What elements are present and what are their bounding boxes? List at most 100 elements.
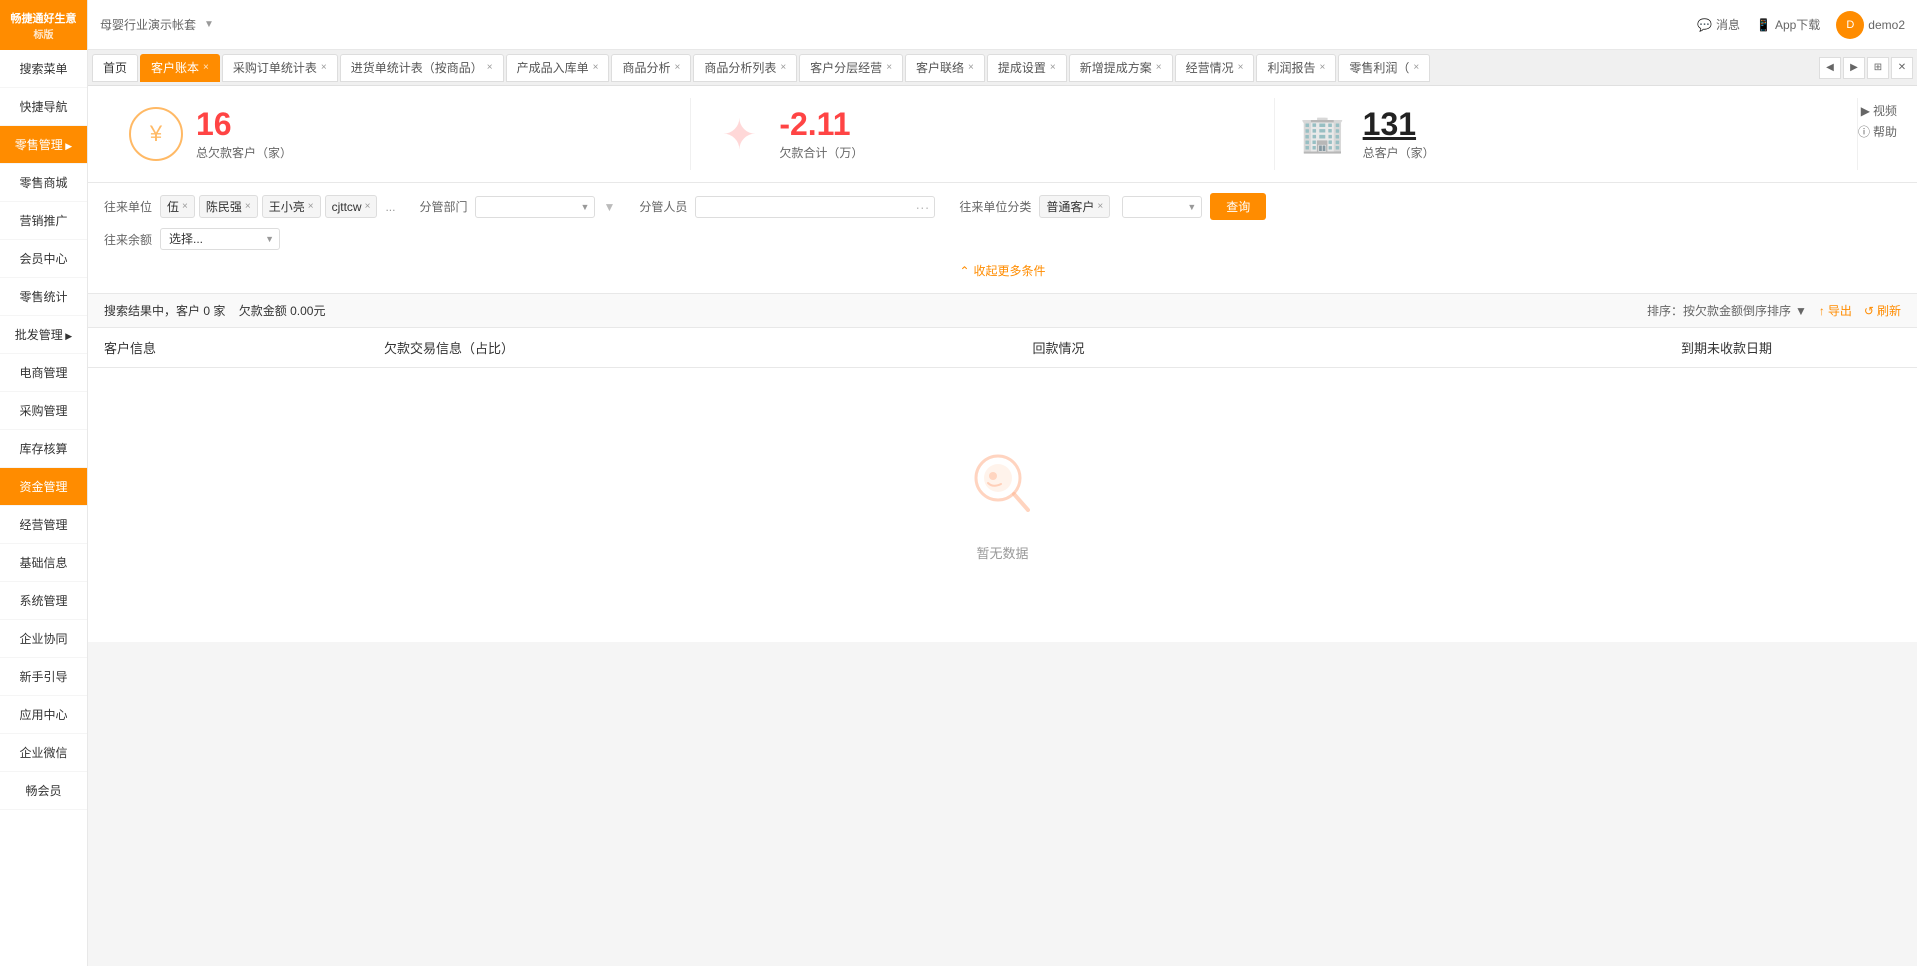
tab-instock-stats[interactable]: 进货单统计表（按商品） × <box>340 54 504 82</box>
help-btn[interactable]: ⓘ 帮助 <box>1858 123 1897 140</box>
tab-product-instock[interactable]: 产成品入库单× <box>506 54 610 82</box>
tab-close-operation-status[interactable]: × <box>1238 62 1244 73</box>
tab-close-purchase-order[interactable]: × <box>321 62 327 73</box>
avatar: D <box>1836 11 1864 39</box>
sidebar-nav: 搜索菜单快捷导航零售管理 ▶零售商城营销推广会员中心零售统计批发管理 ▶电商管理… <box>0 50 87 810</box>
tab-expand-btn[interactable]: ⊞ <box>1867 57 1889 79</box>
main-area: 母婴行业演示帐套 ▼ 💬 消息 📱 App下载 D demo2 首页客户账本×采… <box>88 0 1917 966</box>
sidebar-item-search-menu[interactable]: 搜索菜单 <box>0 50 87 88</box>
selector-arrow-icon[interactable]: ▼ <box>204 19 214 30</box>
collapse-label: 收起更多条件 <box>974 262 1046 279</box>
tab-home[interactable]: 首页 <box>92 54 138 82</box>
sidebar-item-chang-member[interactable]: 畅会员 <box>0 772 87 810</box>
sidebar-item-quick-nav[interactable]: 快捷导航 <box>0 88 87 126</box>
tab-close-product-analysis[interactable]: × <box>674 62 680 73</box>
result-bar: 搜索结果中，客户 0 家 欠款金额 0.00元 排序：按欠款金额倒序排序 ▼ ↑… <box>88 294 1917 328</box>
stat-amount-info: -2.11 欠款合计（万） <box>779 108 863 161</box>
sidebar-item-basic-info[interactable]: 基础信息 <box>0 544 87 582</box>
unit-tag-陈民强: 陈民强 × <box>199 195 258 218</box>
export-btn[interactable]: ↑ 导出 <box>1819 302 1852 319</box>
collapse-btn[interactable]: ⌃ 收起更多条件 <box>104 258 1901 283</box>
help-label: 帮助 <box>1873 123 1897 140</box>
unit-class-select[interactable] <box>1122 196 1202 218</box>
remove-tag-icon[interactable]: × <box>308 201 314 212</box>
tab-close-instock-stats[interactable]: × <box>487 62 493 73</box>
tab-close-raise-settings[interactable]: × <box>1050 62 1056 73</box>
refresh-btn[interactable]: ↺ 刷新 <box>1864 302 1901 319</box>
sidebar-item-new-guide[interactable]: 新手引导 <box>0 658 87 696</box>
tab-close-customer-contact[interactable]: × <box>968 62 974 73</box>
export-label: 导出 <box>1828 302 1852 319</box>
sidebar-item-wholesale-mgmt[interactable]: 批发管理 ▶ <box>0 316 87 354</box>
tab-new-raise-plan[interactable]: 新增提成方案× <box>1069 54 1173 82</box>
sidebar-item-system-mgmt[interactable]: 系统管理 <box>0 582 87 620</box>
sidebar-item-member-center[interactable]: 会员中心 <box>0 240 87 278</box>
sidebar-item-enterprise-collab[interactable]: 企业协同 <box>0 620 87 658</box>
tab-close-all-btn[interactable]: ✕ <box>1891 57 1913 79</box>
sidebar-item-retail-stats[interactable]: 零售统计 <box>0 278 87 316</box>
tab-close-profit-report[interactable]: × <box>1319 62 1325 73</box>
user-menu[interactable]: D demo2 <box>1836 11 1905 39</box>
stat-icon-diamond <box>711 106 767 162</box>
tab-close-new-raise-plan[interactable]: × <box>1156 62 1162 73</box>
more-tags-btn[interactable]: ... <box>385 200 395 214</box>
export-icon: ↑ <box>1819 304 1825 318</box>
remove-class-tag-icon[interactable]: × <box>1097 201 1103 212</box>
tab-close-retail-profit[interactable]: × <box>1413 62 1419 73</box>
col-overdue-info: 欠款交易信息（占比） <box>384 338 1033 357</box>
sidebar-item-finance-mgmt[interactable]: 资金管理 <box>0 468 87 506</box>
sidebar-item-app-center[interactable]: 应用中心 <box>0 696 87 734</box>
stat-overdue-info: 16 总欠款客户（家） <box>196 108 292 161</box>
tab-retail-profit[interactable]: 零售利润（× <box>1338 54 1430 82</box>
customer-count: 0 <box>203 304 210 318</box>
tab-close-customer-layer[interactable]: × <box>886 62 892 73</box>
play-icon: ▶ <box>1861 104 1870 118</box>
person-input[interactable] <box>695 196 935 218</box>
tab-product-analysis[interactable]: 商品分析× <box>611 54 691 82</box>
sidebar-item-enterprise-wechat[interactable]: 企业微信 <box>0 734 87 772</box>
tab-close-customer-balance[interactable]: × <box>203 62 209 73</box>
dept-select[interactable] <box>475 196 595 218</box>
tab-product-analysis-list[interactable]: 商品分析列表× <box>693 54 797 82</box>
sidebar-item-operation-mgmt[interactable]: 经营管理 <box>0 506 87 544</box>
tab-customer-contact[interactable]: 客户联络× <box>905 54 985 82</box>
message-btn[interactable]: 💬 消息 <box>1697 16 1740 33</box>
stat-icon-circle: ¥ <box>128 106 184 162</box>
app-logo: 畅捷通好生意 标版 <box>0 0 87 50</box>
tab-label-purchase-order: 采购订单统计表 <box>233 59 317 76</box>
stat-total-customers: 🏢 131 总客户（家） <box>1275 98 1858 170</box>
video-btn[interactable]: ▶ 视频 <box>1861 102 1897 119</box>
col-repayment: 回款情况 <box>1033 338 1682 357</box>
person-dots-icon[interactable]: ··· <box>915 199 929 215</box>
sidebar-item-ecommerce-mgmt[interactable]: 电商管理 <box>0 354 87 392</box>
result-actions: 排序：按欠款金额倒序排序 ▼ ↑ 导出 ↺ 刷新 <box>1647 302 1901 319</box>
remove-tag-icon[interactable]: × <box>365 201 371 212</box>
app-download-btn[interactable]: 📱 App下载 <box>1756 16 1820 33</box>
sidebar-item-retail-mall[interactable]: 零售商城 <box>0 164 87 202</box>
tab-raise-settings[interactable]: 提成设置 × <box>987 54 1067 82</box>
tab-prev-btn[interactable]: ◀ <box>1819 57 1841 79</box>
tab-next-btn[interactable]: ▶ <box>1843 57 1865 79</box>
tab-close-product-analysis-list[interactable]: × <box>780 62 786 73</box>
tab-profit-report[interactable]: 利润报告× <box>1256 54 1336 82</box>
app-download-label: App下载 <box>1775 16 1820 33</box>
tab-operation-status[interactable]: 经营情况× <box>1175 54 1255 82</box>
balance-select[interactable]: 选择... <box>160 228 280 250</box>
sidebar-item-marketing[interactable]: 营销推广 <box>0 202 87 240</box>
overdue-result-amount: 0.00元 <box>290 304 325 318</box>
sort-down-icon[interactable]: ▼ <box>1795 304 1807 318</box>
tab-label-instock-stats: 进货单统计表（按商品） <box>351 59 483 76</box>
sidebar-item-purchase-mgmt[interactable]: 采购管理 <box>0 392 87 430</box>
tab-purchase-order[interactable]: 采购订单统计表 × <box>222 54 338 82</box>
tab-customer-layer[interactable]: 客户分层经营× <box>799 54 903 82</box>
stat-actions: ▶ 视频 ⓘ 帮助 <box>1858 98 1897 170</box>
tab-customer-balance[interactable]: 客户账本× <box>140 54 220 82</box>
tab-label-raise-settings: 提成设置 <box>998 59 1046 76</box>
sidebar-item-inventory-check[interactable]: 库存核算 <box>0 430 87 468</box>
query-button[interactable]: 查询 <box>1210 193 1266 220</box>
tab-close-product-instock[interactable]: × <box>593 62 599 73</box>
remove-tag-icon[interactable]: × <box>245 201 251 212</box>
search-result-text: 搜索结果中，客户 <box>104 304 200 318</box>
sidebar-item-retail-mgmt[interactable]: 零售管理 ▶ <box>0 126 87 164</box>
remove-tag-icon[interactable]: × <box>182 201 188 212</box>
